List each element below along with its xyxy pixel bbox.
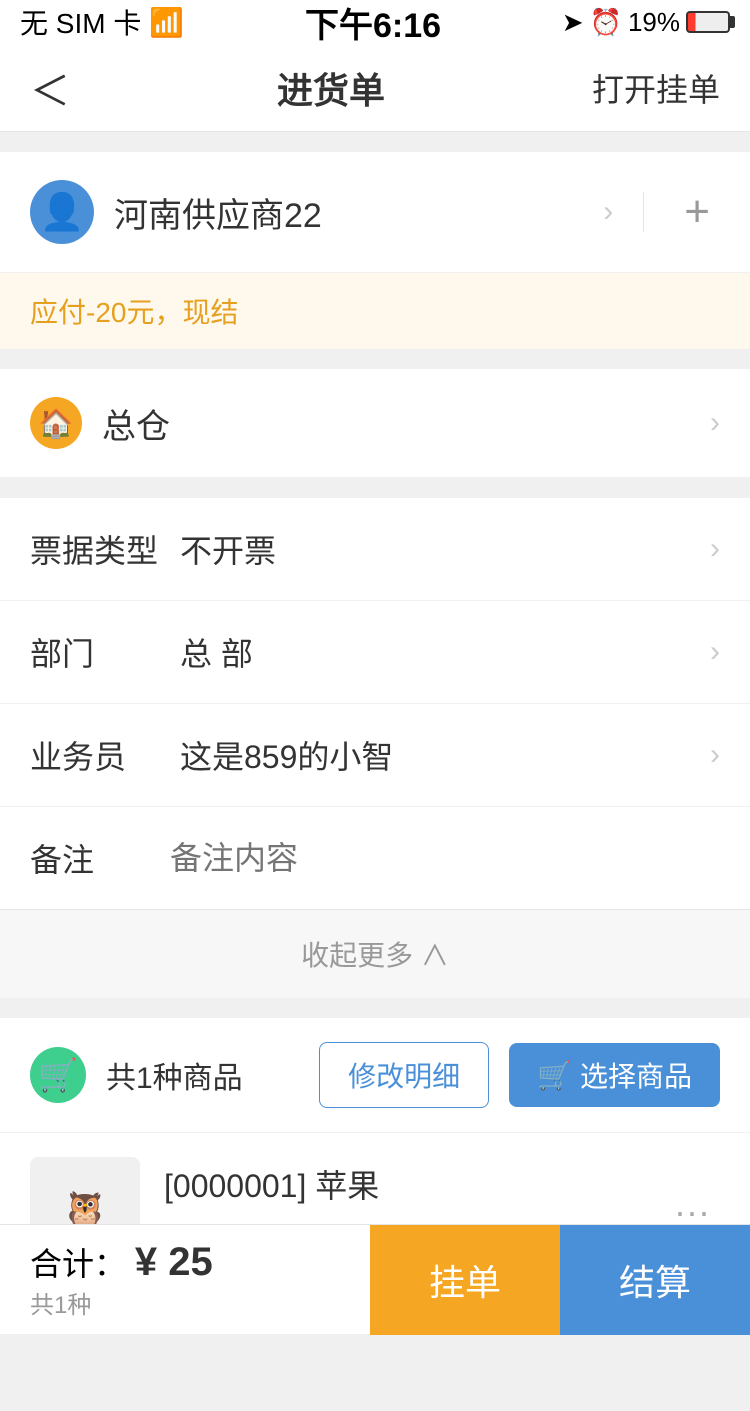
carrier-text: 无 SIM 卡	[20, 2, 141, 42]
select-product-button[interactable]: 🛒 选择商品	[509, 1043, 720, 1107]
location-icon: ➤	[562, 7, 584, 38]
add-supplier-button[interactable]: +	[674, 187, 720, 237]
dept-row[interactable]: 部门 总 部 ›	[0, 600, 750, 703]
nav-bar: ＜ 进货单 打开挂单	[0, 44, 750, 132]
bottom-bar: 合计： ¥ 25 共1种 挂单 结算	[0, 1224, 750, 1334]
section-gap-4	[0, 998, 750, 1018]
remark-input[interactable]	[170, 840, 720, 877]
staff-chevron-icon: ›	[710, 738, 720, 772]
product-count-label: 共1种商品	[106, 1053, 299, 1097]
warehouse-card: 🏠 总仓 ›	[0, 369, 750, 477]
invoice-chevron-icon: ›	[710, 532, 720, 566]
warehouse-icon: 🏠	[30, 397, 82, 449]
dept-chevron-icon: ›	[710, 635, 720, 669]
modify-detail-button[interactable]: 修改明细	[319, 1042, 489, 1108]
supplier-avatar: 👤	[30, 180, 94, 244]
owl-icon: 🛒	[38, 1056, 78, 1094]
checkout-button[interactable]: 结算	[560, 1225, 750, 1335]
warehouse-row[interactable]: 🏠 总仓 ›	[0, 369, 750, 477]
battery-icon	[686, 11, 730, 33]
staff-row[interactable]: 业务员 这是859的小智 ›	[0, 703, 750, 806]
section-gap-1	[0, 132, 750, 152]
product-count-icon: 🛒	[30, 1047, 86, 1103]
section-gap-2	[0, 349, 750, 369]
cart-icon: 🛒	[537, 1059, 572, 1092]
supplier-row[interactable]: 👤 河南供应商22 › +	[0, 152, 750, 273]
dept-label: 部门	[30, 629, 170, 675]
open-hang-button[interactable]: 打开挂单	[592, 65, 720, 111]
staff-value: 这是859的小智	[170, 732, 710, 778]
dept-value: 总 部	[170, 629, 710, 675]
hang-button[interactable]: 挂单	[370, 1225, 560, 1335]
status-time: 下午6:16	[305, 0, 441, 47]
back-button[interactable]: ＜	[30, 59, 70, 117]
total-line: 合计： ¥ 25	[30, 1239, 340, 1285]
warehouse-name: 总仓	[102, 399, 710, 448]
product-code: [0000001]	[164, 1168, 306, 1204]
product-name: [0000001] 苹果	[164, 1161, 664, 1207]
supplier-card: 👤 河南供应商22 › + 应付-20元，现结	[0, 152, 750, 349]
section-gap-3	[0, 477, 750, 497]
status-left: 无 SIM 卡 📶	[20, 2, 184, 42]
product-title: 苹果	[315, 1168, 379, 1204]
avatar-icon: 👤	[40, 191, 85, 233]
alarm-icon: ⏰	[590, 7, 622, 38]
supplier-notice: 应付-20元，现结	[0, 273, 750, 349]
total-section: 合计： ¥ 25 共1种	[0, 1239, 370, 1320]
collapse-bar[interactable]: 收起更多 ∧	[0, 909, 750, 998]
supplier-divider	[643, 192, 644, 232]
total-label: 合计：	[30, 1246, 126, 1282]
warehouse-chevron-icon: ›	[710, 406, 720, 440]
remark-row[interactable]: 备注	[0, 806, 750, 909]
supplier-name: 河南供应商22	[114, 188, 603, 237]
supplier-chevron-icon: ›	[603, 195, 613, 229]
status-right: ➤ ⏰ 19%	[562, 7, 730, 38]
invoice-label: 票据类型	[30, 526, 170, 572]
invoice-row[interactable]: 票据类型 不开票 ›	[0, 497, 750, 600]
status-bar: 无 SIM 卡 📶 下午6:16 ➤ ⏰ 19%	[0, 0, 750, 44]
total-count: 共1种	[30, 1285, 340, 1320]
products-header: 🛒 共1种商品 修改明细 🛒 选择商品	[0, 1018, 750, 1132]
staff-label: 业务员	[30, 732, 170, 778]
select-product-label: 选择商品	[580, 1055, 692, 1095]
wifi-icon: 📶	[149, 6, 184, 39]
total-amount: ¥ 25	[135, 1240, 213, 1284]
house-icon: 🏠	[39, 407, 74, 440]
battery-text: 19%	[628, 7, 680, 38]
invoice-value: 不开票	[170, 526, 710, 572]
remark-label: 备注	[30, 835, 170, 881]
form-card: 票据类型 不开票 › 部门 总 部 › 业务员 这是859的小智 › 备注 收起…	[0, 497, 750, 998]
page-title: 进货单	[277, 62, 385, 114]
